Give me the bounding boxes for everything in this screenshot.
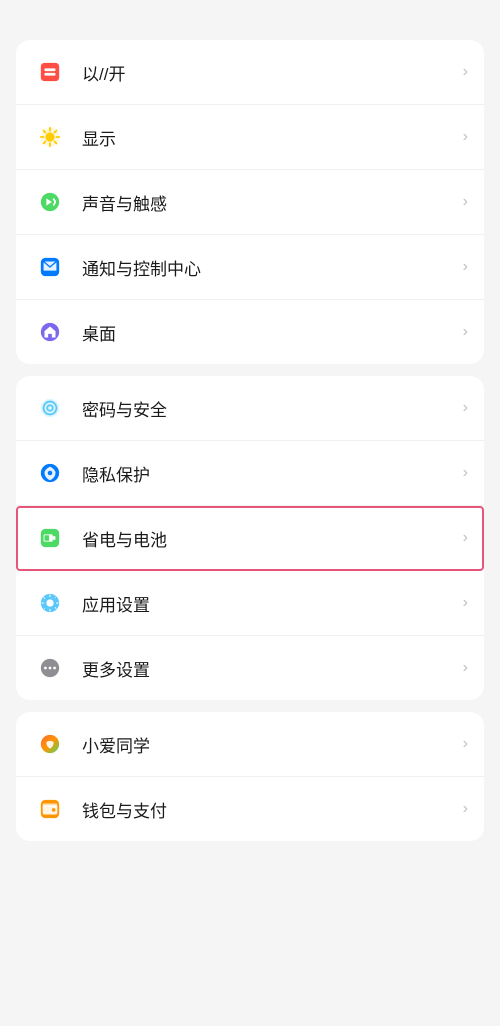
menu-label-app-settings: 应用设置 bbox=[82, 591, 455, 616]
chevron-icon: › bbox=[463, 128, 468, 146]
menu-item-display[interactable]: 显示 › bbox=[16, 105, 484, 170]
menu-label-privacy: 隐私保护 bbox=[82, 461, 455, 486]
chevron-icon: › bbox=[463, 659, 468, 677]
menu-label-display: 显示 bbox=[82, 125, 455, 150]
chevron-icon: › bbox=[463, 800, 468, 818]
chevron-icon: › bbox=[463, 529, 468, 547]
sun-icon bbox=[32, 119, 68, 155]
chevron-icon: › bbox=[463, 323, 468, 341]
chevron-icon: › bbox=[463, 63, 468, 81]
menu-item-power-off[interactable]: 以//开 › bbox=[16, 40, 484, 105]
menu-item-desktop[interactable]: 桌面 › bbox=[16, 300, 484, 364]
menu-label-more-settings: 更多设置 bbox=[82, 656, 455, 681]
section-2: 密码与安全 › 隐私保护 › 省电与电池 › 应用设置 › 更多设置 › bbox=[16, 376, 484, 700]
menu-label-wallet: 钱包与支付 bbox=[82, 797, 455, 822]
menu-label-xiaoai: 小爱同学 bbox=[82, 732, 455, 757]
menu-label-notification: 通知与控制中心 bbox=[82, 255, 455, 280]
menu-label-power-off: 以//开 bbox=[82, 60, 455, 85]
chevron-icon: › bbox=[463, 594, 468, 612]
battery-icon bbox=[32, 520, 68, 556]
chevron-icon: › bbox=[463, 735, 468, 753]
more-icon bbox=[32, 650, 68, 686]
privacy-icon bbox=[32, 455, 68, 491]
sound-icon bbox=[32, 184, 68, 220]
chevron-icon: › bbox=[463, 399, 468, 417]
password-icon bbox=[32, 390, 68, 426]
wallet-icon bbox=[32, 791, 68, 827]
menu-item-more-settings[interactable]: 更多设置 › bbox=[16, 636, 484, 700]
menu-item-password[interactable]: 密码与安全 › bbox=[16, 376, 484, 441]
chevron-icon: › bbox=[463, 464, 468, 482]
page-title bbox=[0, 0, 500, 40]
xiaoai-icon bbox=[32, 726, 68, 762]
menu-label-sound: 声音与触感 bbox=[82, 190, 455, 215]
notification-icon bbox=[32, 249, 68, 285]
menu-item-sound[interactable]: 声音与触感 › bbox=[16, 170, 484, 235]
gear-icon bbox=[32, 585, 68, 621]
menu-label-battery: 省电与电池 bbox=[82, 526, 455, 551]
chevron-icon: › bbox=[463, 258, 468, 276]
menu-item-wallet[interactable]: 钱包与支付 › bbox=[16, 777, 484, 841]
menu-label-password: 密码与安全 bbox=[82, 396, 455, 421]
section-3: 小爱同学 › 钱包与支付 › bbox=[16, 712, 484, 841]
home-icon bbox=[32, 314, 68, 350]
chevron-icon: › bbox=[463, 193, 468, 211]
menu-item-notification[interactable]: 通知与控制中心 › bbox=[16, 235, 484, 300]
section-1: 以//开 › 显示 › 声音与触感 › 通知与控制中心 › 桌面 › bbox=[16, 40, 484, 364]
menu-item-xiaoai[interactable]: 小爱同学 › bbox=[16, 712, 484, 777]
menu-item-battery[interactable]: 省电与电池 › bbox=[16, 506, 484, 571]
power-icon bbox=[32, 54, 68, 90]
menu-item-privacy[interactable]: 隐私保护 › bbox=[16, 441, 484, 506]
menu-label-desktop: 桌面 bbox=[82, 320, 455, 345]
menu-item-app-settings[interactable]: 应用设置 › bbox=[16, 571, 484, 636]
